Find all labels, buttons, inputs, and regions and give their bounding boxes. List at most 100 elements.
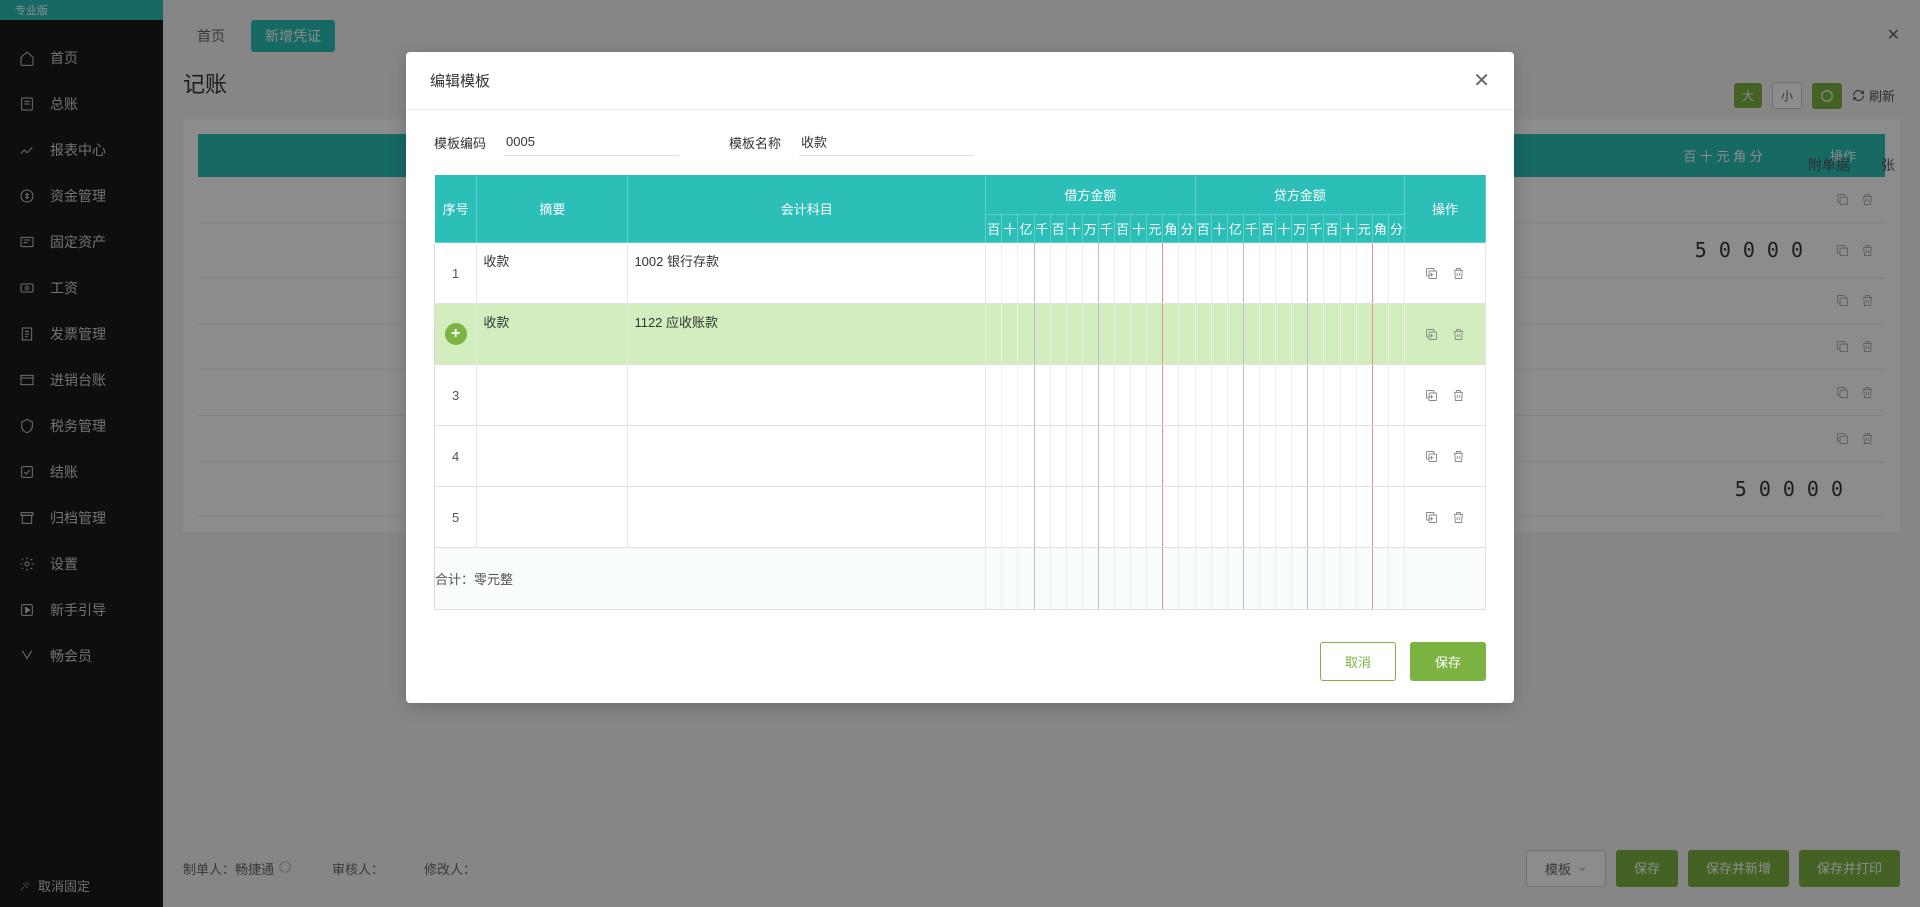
digit-cell[interactable] — [1163, 365, 1179, 426]
digit-cell[interactable] — [1115, 304, 1131, 365]
digit-cell[interactable] — [1243, 548, 1259, 610]
cell-subject[interactable] — [628, 426, 986, 487]
digit-cell[interactable] — [1018, 487, 1034, 548]
add-row-button[interactable]: + — [445, 323, 467, 345]
digit-cell[interactable] — [1082, 365, 1098, 426]
digit-cell[interactable] — [1066, 426, 1082, 487]
digit-cell[interactable] — [1115, 365, 1131, 426]
digit-cell[interactable] — [1227, 487, 1243, 548]
digit-cell[interactable] — [1388, 548, 1404, 610]
digit-cell[interactable] — [1066, 365, 1082, 426]
digit-cell[interactable] — [1066, 243, 1082, 304]
cell-summary[interactable] — [477, 365, 628, 426]
digit-cell[interactable] — [1034, 548, 1050, 610]
cell-summary[interactable]: 收款 — [477, 243, 628, 304]
digit-cell[interactable] — [1227, 243, 1243, 304]
digit-cell[interactable] — [1211, 243, 1227, 304]
digit-cell[interactable] — [1195, 365, 1211, 426]
digit-cell[interactable] — [1179, 304, 1195, 365]
digit-cell[interactable] — [1082, 243, 1098, 304]
digit-cell[interactable] — [1243, 365, 1259, 426]
digit-cell[interactable] — [1018, 243, 1034, 304]
digit-cell[interactable] — [986, 365, 1002, 426]
digit-cell[interactable] — [1260, 548, 1276, 610]
digit-cell[interactable] — [1147, 548, 1163, 610]
modal-close-button[interactable]: ✕ — [1473, 71, 1490, 91]
digit-cell[interactable] — [1340, 487, 1356, 548]
digit-cell[interactable] — [1066, 487, 1082, 548]
digit-cell[interactable] — [1115, 243, 1131, 304]
copy-icon[interactable] — [1424, 266, 1439, 281]
digit-cell[interactable] — [1082, 487, 1098, 548]
digit-cell[interactable] — [1147, 304, 1163, 365]
digit-cell[interactable] — [1034, 304, 1050, 365]
digit-cell[interactable] — [1211, 548, 1227, 610]
digit-cell[interactable] — [1292, 365, 1308, 426]
digit-cell[interactable] — [1195, 487, 1211, 548]
digit-cell[interactable] — [1131, 304, 1147, 365]
delete-icon[interactable] — [1451, 449, 1466, 464]
digit-cell[interactable] — [1179, 243, 1195, 304]
digit-cell[interactable] — [1018, 548, 1034, 610]
digit-cell[interactable] — [1147, 243, 1163, 304]
digit-cell[interactable] — [1066, 304, 1082, 365]
digit-cell[interactable] — [1260, 426, 1276, 487]
digit-cell[interactable] — [1131, 243, 1147, 304]
digit-cell[interactable] — [1308, 304, 1324, 365]
digit-cell[interactable] — [1131, 365, 1147, 426]
digit-cell[interactable] — [1002, 365, 1018, 426]
digit-cell[interactable] — [1227, 304, 1243, 365]
digit-cell[interactable] — [1098, 304, 1114, 365]
cell-summary[interactable] — [477, 487, 628, 548]
digit-cell[interactable] — [1260, 487, 1276, 548]
digit-cell[interactable] — [1276, 426, 1292, 487]
digit-cell[interactable] — [1227, 365, 1243, 426]
digit-cell[interactable] — [986, 426, 1002, 487]
digit-cell[interactable] — [1292, 304, 1308, 365]
digit-cell[interactable] — [1147, 365, 1163, 426]
digit-cell[interactable] — [1098, 426, 1114, 487]
digit-cell[interactable] — [1082, 426, 1098, 487]
digit-cell[interactable] — [1340, 365, 1356, 426]
digit-cell[interactable] — [1308, 365, 1324, 426]
digit-cell[interactable] — [1034, 365, 1050, 426]
digit-cell[interactable] — [1082, 304, 1098, 365]
copy-icon[interactable] — [1424, 449, 1439, 464]
copy-icon[interactable] — [1424, 327, 1439, 342]
digit-cell[interactable] — [1276, 365, 1292, 426]
digit-cell[interactable] — [1098, 487, 1114, 548]
digit-cell[interactable] — [1340, 243, 1356, 304]
digit-cell[interactable] — [1050, 426, 1066, 487]
digit-cell[interactable] — [1260, 365, 1276, 426]
digit-cell[interactable] — [1356, 304, 1372, 365]
digit-cell[interactable] — [1002, 304, 1018, 365]
digit-cell[interactable] — [1308, 487, 1324, 548]
digit-cell[interactable] — [1356, 548, 1372, 610]
digit-cell[interactable] — [1388, 487, 1404, 548]
digit-cell[interactable] — [1292, 487, 1308, 548]
delete-icon[interactable] — [1451, 510, 1466, 525]
digit-cell[interactable] — [1098, 243, 1114, 304]
digit-cell[interactable] — [1308, 426, 1324, 487]
digit-cell[interactable] — [1163, 548, 1179, 610]
cell-subject[interactable]: 1002 银行存款 — [628, 243, 986, 304]
digit-cell[interactable] — [1002, 487, 1018, 548]
digit-cell[interactable] — [1195, 548, 1211, 610]
digit-cell[interactable] — [1356, 243, 1372, 304]
digit-cell[interactable] — [1356, 487, 1372, 548]
digit-cell[interactable] — [1018, 426, 1034, 487]
cell-summary[interactable]: 收款 — [477, 304, 628, 365]
digit-cell[interactable] — [1211, 365, 1227, 426]
digit-cell[interactable] — [1066, 548, 1082, 610]
digit-cell[interactable] — [1276, 243, 1292, 304]
digit-cell[interactable] — [1211, 487, 1227, 548]
digit-cell[interactable] — [1082, 548, 1098, 610]
digit-cell[interactable] — [1050, 487, 1066, 548]
delete-icon[interactable] — [1451, 327, 1466, 342]
digit-cell[interactable] — [1179, 426, 1195, 487]
digit-cell[interactable] — [1276, 304, 1292, 365]
digit-cell[interactable] — [1131, 548, 1147, 610]
digit-cell[interactable] — [1340, 426, 1356, 487]
digit-cell[interactable] — [1163, 304, 1179, 365]
digit-cell[interactable] — [1195, 243, 1211, 304]
